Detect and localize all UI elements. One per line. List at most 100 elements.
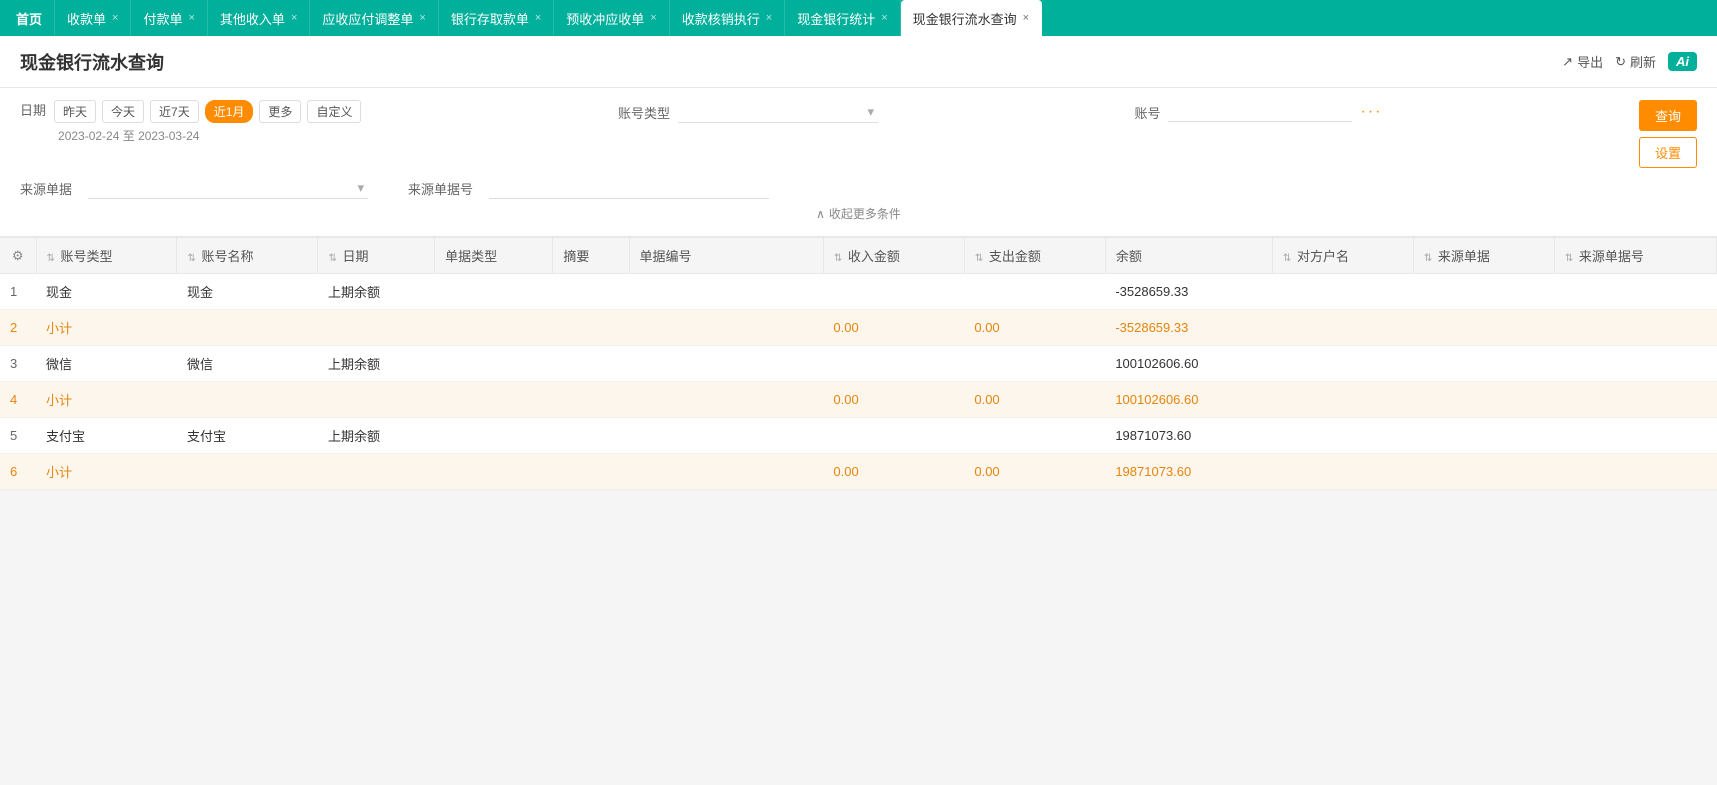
col-source-doc-no-label: 来源单据号 (1579, 249, 1644, 264)
nav-receipts-close[interactable]: × (112, 12, 118, 24)
date-btn-last1m[interactable]: 近1月 (205, 100, 254, 123)
data-table: ⚙ ⇅ 账号类型 ⇅ 账号名称 ⇅ 日期 单据类型 摘要 (0, 237, 1717, 490)
cell-doc-no (629, 346, 823, 382)
cell-no: 2 (0, 310, 36, 346)
col-expense-label: 支出金额 (989, 249, 1041, 264)
col-source-doc[interactable]: ⇅ 来源单据 (1413, 238, 1554, 274)
date-btn-more[interactable]: 更多 (259, 100, 301, 123)
nav-advance-offset-close[interactable]: × (650, 12, 656, 24)
cell-expense (964, 274, 1105, 310)
nav-advance-offset-label: 预收冲应收单 (566, 9, 644, 28)
col-counterpart[interactable]: ⇅ 对方户名 (1272, 238, 1413, 274)
sort-icon-counterpart: ⇅ (1283, 253, 1291, 264)
cell-counterpart (1272, 418, 1413, 454)
settings-button[interactable]: 设置 (1639, 137, 1697, 168)
date-btn-yesterday[interactable]: 昨天 (54, 100, 96, 123)
col-summary: 摘要 (553, 238, 629, 274)
nav-item-advance-offset[interactable]: 预收冲应收单 × (554, 0, 669, 36)
collapse-up-icon: ∧ (816, 207, 825, 221)
account-input[interactable] (1168, 102, 1352, 122)
nav-item-other-income[interactable]: 其他收入单 × (208, 0, 310, 36)
cell-balance: 100102606.60 (1105, 346, 1272, 382)
sort-icon-source-doc: ⇅ (1424, 253, 1432, 264)
date-label: 日期 (20, 100, 46, 119)
cell-balance: 100102606.60 (1105, 382, 1272, 418)
col-account-name[interactable]: ⇅ 账号名称 (177, 238, 318, 274)
table-row: 1现金现金上期余额-3528659.33 (0, 274, 1717, 310)
date-btn-last7[interactable]: 近7天 (150, 100, 199, 123)
refresh-button[interactable]: ↻ 刷新 (1615, 52, 1656, 71)
date-range-text: 2023-02-24 至 2023-03-24 (58, 127, 361, 144)
account-type-select[interactable]: ▾ (678, 102, 878, 123)
col-income[interactable]: ⇅ 收入金额 (823, 238, 964, 274)
date-btn-today[interactable]: 今天 (102, 100, 144, 123)
col-date-label: 日期 (342, 249, 368, 264)
cell-account-name (177, 382, 318, 418)
page-header: 现金银行流水查询 ↗ 导出 ↻ 刷新 Ai (0, 36, 1717, 88)
nav-item-payments[interactable]: 付款单 × (131, 0, 207, 36)
cell-expense (964, 418, 1105, 454)
cell-balance: -3528659.33 (1105, 310, 1272, 346)
nav-item-ar-adjust[interactable]: 应收应付调整单 × (310, 0, 438, 36)
nav-payments-close[interactable]: × (188, 12, 194, 24)
cell-counterpart (1272, 454, 1413, 490)
cell-summary (553, 382, 629, 418)
nav-other-income-close[interactable]: × (291, 12, 297, 24)
nav-cash-bank-flow-close[interactable]: × (1023, 12, 1029, 24)
cell-no: 6 (0, 454, 36, 490)
page-title: 现金银行流水查询 (20, 49, 164, 75)
account-dots-button[interactable]: ··· (1360, 103, 1382, 121)
cell-doc-type (435, 274, 553, 310)
nav-item-cash-bank-flow[interactable]: 现金银行流水查询 × (901, 0, 1042, 36)
ai-badge[interactable]: Ai (1668, 52, 1697, 71)
export-button[interactable]: ↗ 导出 (1562, 52, 1603, 71)
cell-expense: 0.00 (964, 310, 1105, 346)
query-button[interactable]: 查询 (1639, 100, 1697, 131)
cell-expense (964, 346, 1105, 382)
cell-source-doc (1413, 382, 1554, 418)
cell-counterpart (1272, 310, 1413, 346)
nav-item-collection-exec[interactable]: 收款核销执行 × (670, 0, 785, 36)
cell-date (318, 310, 435, 346)
nav-collection-exec-close[interactable]: × (766, 12, 772, 24)
cell-counterpart (1272, 346, 1413, 382)
col-expense[interactable]: ⇅ 支出金额 (964, 238, 1105, 274)
cell-summary (553, 454, 629, 490)
sort-icon-income: ⇅ (834, 253, 842, 264)
cell-account-name: 微信 (177, 346, 318, 382)
cell-account-name: 支付宝 (177, 418, 318, 454)
col-settings[interactable]: ⚙ (0, 238, 36, 274)
nav-ar-adjust-close[interactable]: × (419, 12, 425, 24)
nav-bank-deposit-close[interactable]: × (535, 12, 541, 24)
date-btn-custom[interactable]: 自定义 (307, 100, 361, 123)
filter-area: 日期 昨天 今天 近7天 近1月 更多 自定义 2023-02-24 至 202… (0, 88, 1717, 237)
cell-summary (553, 418, 629, 454)
nav-item-home[interactable]: 首页 (4, 0, 55, 36)
nav-item-receipts[interactable]: 收款单 × (55, 0, 131, 36)
source-doc-select[interactable]: ▾ (88, 178, 368, 199)
source-doc-no-input[interactable] (489, 179, 769, 199)
cell-account-type: 小计 (36, 310, 177, 346)
cell-no: 3 (0, 346, 36, 382)
col-source-doc-no[interactable]: ⇅ 来源单据号 (1554, 238, 1716, 274)
cell-no: 1 (0, 274, 36, 310)
collapse-bar[interactable]: ∧ 收起更多条件 (20, 199, 1697, 224)
cell-account-name: 现金 (177, 274, 318, 310)
nav-item-cash-bank-stats[interactable]: 现金银行统计 × (785, 0, 900, 36)
cell-doc-no (629, 274, 823, 310)
nav-cash-bank-stats-close[interactable]: × (881, 12, 887, 24)
col-income-label: 收入金额 (848, 249, 900, 264)
table-row: 2小计0.000.00-3528659.33 (0, 310, 1717, 346)
cell-source-doc-no (1554, 418, 1716, 454)
col-date[interactable]: ⇅ 日期 (318, 238, 435, 274)
date-options: 昨天 今天 近7天 近1月 更多 自定义 (54, 100, 361, 123)
col-account-type[interactable]: ⇅ 账号类型 (36, 238, 177, 274)
header-actions: ↗ 导出 ↻ 刷新 Ai (1562, 52, 1697, 71)
table-row: 3微信微信上期余额100102606.60 (0, 346, 1717, 382)
cell-doc-no (629, 418, 823, 454)
cell-counterpart (1272, 382, 1413, 418)
gear-icon[interactable]: ⚙ (12, 248, 24, 263)
export-icon: ↗ (1562, 54, 1573, 70)
nav-item-bank-deposit[interactable]: 银行存取款单 × (439, 0, 554, 36)
nav-ar-adjust-label: 应收应付调整单 (322, 9, 413, 28)
